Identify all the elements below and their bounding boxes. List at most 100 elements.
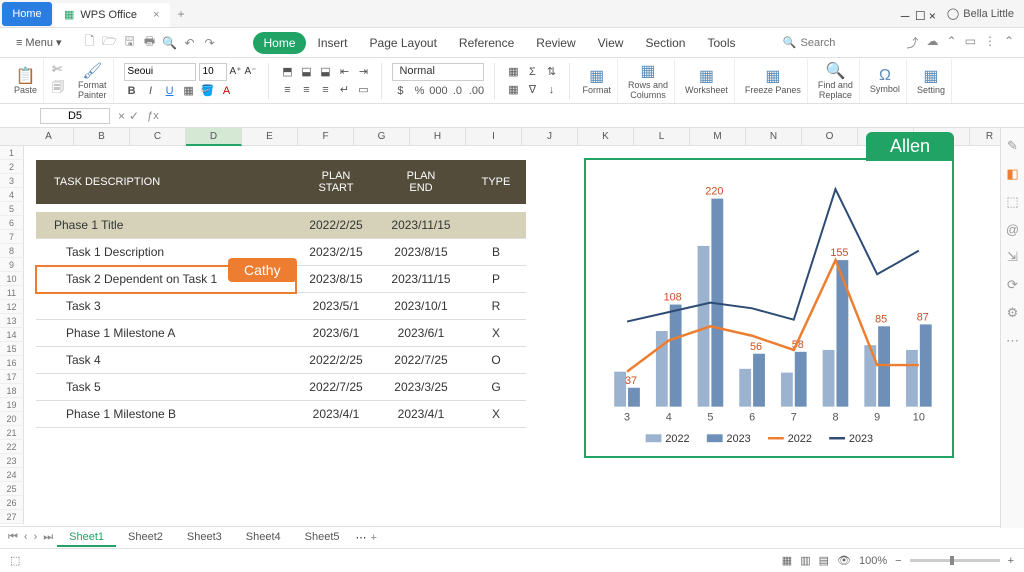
dec-dec-icon[interactable]: .00 — [468, 83, 484, 99]
row-header-4[interactable]: 4 — [0, 188, 24, 202]
sidebar-settings-icon[interactable]: ⚙ — [1007, 305, 1019, 321]
sheet-first-icon[interactable]: ⏮ — [8, 531, 18, 544]
sidebar-export-icon[interactable]: ⇲ — [1007, 249, 1018, 265]
print-icon[interactable]: 🖶 — [141, 35, 157, 51]
search-box[interactable]: 🔍 — [783, 36, 881, 49]
border-button[interactable]: ▦ — [181, 83, 197, 99]
zoom-out-button[interactable]: − — [895, 555, 901, 567]
col-header-I[interactable]: I — [466, 128, 522, 146]
sheet-tab-sheet4[interactable]: Sheet4 — [234, 529, 293, 547]
col-header-E[interactable]: E — [242, 128, 298, 146]
col-header-H[interactable]: H — [410, 128, 466, 146]
ribbon-tab-insert[interactable]: Insert — [308, 32, 358, 54]
chart[interactable]: Allen 3731084220556658715588598710202220… — [584, 158, 954, 458]
close-window-icon[interactable]: × — [929, 9, 939, 19]
row-header-11[interactable]: 11 — [0, 286, 24, 300]
row-header-20[interactable]: 20 — [0, 412, 24, 426]
number-format-select[interactable]: Normal — [392, 63, 484, 81]
cond-format-icon[interactable]: ▦ — [505, 64, 521, 80]
row-header-14[interactable]: 14 — [0, 328, 24, 342]
indent-inc-icon[interactable]: ⇥ — [355, 64, 371, 80]
rows-cols-menu[interactable]: ▦Rows and Columns — [622, 59, 675, 103]
row-header-13[interactable]: 13 — [0, 314, 24, 328]
fill-color-button[interactable]: 🪣 — [200, 83, 216, 99]
ribbon-tab-section[interactable]: Section — [635, 32, 695, 54]
sort-icon[interactable]: ⇅ — [543, 64, 559, 80]
row-header-1[interactable]: 1 — [0, 146, 24, 160]
row-header-10[interactable]: 10 — [0, 272, 24, 286]
table-style-icon[interactable]: ▦ — [505, 82, 521, 98]
sum-icon[interactable]: Σ — [524, 64, 540, 80]
close-tab-icon[interactable]: × — [153, 9, 159, 21]
font-name-select[interactable] — [124, 63, 196, 81]
kebab-icon[interactable]: ⋮ — [984, 34, 996, 51]
sheet-last-icon[interactable]: ⏭ — [43, 531, 53, 544]
fx-icon[interactable]: ƒx — [147, 110, 159, 122]
align-right-icon[interactable]: ≡ — [317, 82, 333, 98]
percent-icon[interactable]: % — [411, 83, 427, 99]
sheet-tab-sheet5[interactable]: Sheet5 — [293, 529, 352, 547]
filter-icon[interactable]: ∇ — [524, 82, 540, 98]
col-header-F[interactable]: F — [298, 128, 354, 146]
row-header-5[interactable]: 5 — [0, 202, 24, 216]
table-row[interactable]: Task 52022/7/252023/3/25G — [36, 374, 526, 401]
name-box[interactable] — [40, 108, 110, 124]
minimize-icon[interactable]: ─ — [901, 9, 911, 19]
row-header-3[interactable]: 3 — [0, 174, 24, 188]
chevron-icon[interactable]: ⌃ — [1004, 34, 1014, 51]
col-header-A[interactable]: A — [24, 128, 74, 146]
sync-icon[interactable]: ☁ — [927, 34, 939, 51]
col-header-C[interactable]: C — [130, 128, 186, 146]
col-header-L[interactable]: L — [634, 128, 690, 146]
ribbon-tab-view[interactable]: View — [588, 32, 634, 54]
zoom-in-button[interactable]: + — [1008, 555, 1014, 567]
wrap-text-icon[interactable]: ↵ — [336, 82, 352, 98]
sheet-next-icon[interactable]: › — [34, 531, 38, 544]
redo-icon[interactable]: ↷ — [201, 35, 217, 51]
merge-icon[interactable]: ▭ — [355, 82, 371, 98]
row-header-19[interactable]: 19 — [0, 398, 24, 412]
sidebar-edit-icon[interactable]: ✎ — [1007, 138, 1018, 154]
sidebar-backup-icon[interactable]: ⟳ — [1007, 277, 1018, 293]
row-header-21[interactable]: 21 — [0, 426, 24, 440]
row-header-17[interactable]: 17 — [0, 370, 24, 384]
row-header-9[interactable]: 9 — [0, 258, 24, 272]
symbol-menu[interactable]: ΩSymbol — [864, 59, 907, 103]
maximize-icon[interactable]: ☐ — [915, 9, 925, 19]
row-header-18[interactable]: 18 — [0, 384, 24, 398]
col-header-J[interactable]: J — [522, 128, 578, 146]
sidebar-select-icon[interactable]: ⬚ — [1006, 194, 1018, 210]
cancel-icon[interactable]: × — [118, 109, 125, 123]
col-header-D[interactable]: D — [186, 128, 242, 146]
undo-icon[interactable]: ↶ — [181, 35, 197, 51]
row-header-16[interactable]: 16 — [0, 356, 24, 370]
increase-font-icon[interactable]: A⁺ — [230, 66, 242, 77]
zoom-slider[interactable] — [910, 559, 1000, 562]
italic-button[interactable]: I — [143, 83, 159, 99]
dec-inc-icon[interactable]: .0 — [449, 83, 465, 99]
sheet-prev-icon[interactable]: ‹ — [24, 531, 28, 544]
format-painter-group[interactable]: 🖌 Format Painter — [72, 59, 114, 103]
view-break-icon[interactable]: ▤ — [819, 554, 829, 567]
more-icon[interactable]: ▭ — [965, 34, 976, 51]
row-header-26[interactable]: 26 — [0, 496, 24, 510]
view-normal-icon[interactable]: ▦ — [782, 554, 792, 567]
zoom-level[interactable]: 100% — [859, 555, 887, 567]
sidebar-style-icon[interactable]: ◧ — [1006, 166, 1018, 182]
row-header-15[interactable]: 15 — [0, 342, 24, 356]
font-size-select[interactable] — [199, 63, 227, 81]
status-mode-icon[interactable]: ⬚ — [10, 554, 20, 567]
ribbon-tab-home[interactable]: Home — [253, 32, 305, 54]
comma-icon[interactable]: 000 — [430, 83, 446, 99]
share-icon[interactable]: ⤴ — [907, 34, 919, 51]
row-header-8[interactable]: 8 — [0, 244, 24, 258]
sheet-more-icon[interactable]: ⋯ — [356, 531, 367, 544]
align-bot-icon[interactable]: ⬓ — [317, 64, 333, 80]
search-input[interactable] — [801, 37, 881, 49]
paste-group[interactable]: 📋 Paste — [8, 59, 44, 103]
ribbon-tab-reference[interactable]: Reference — [449, 32, 524, 54]
table-row[interactable]: Phase 1 Milestone B2023/4/12023/4/1X — [36, 401, 526, 428]
decrease-font-icon[interactable]: A⁻ — [245, 66, 257, 77]
align-left-icon[interactable]: ≡ — [279, 82, 295, 98]
fill-icon[interactable]: ↓ — [543, 82, 559, 98]
